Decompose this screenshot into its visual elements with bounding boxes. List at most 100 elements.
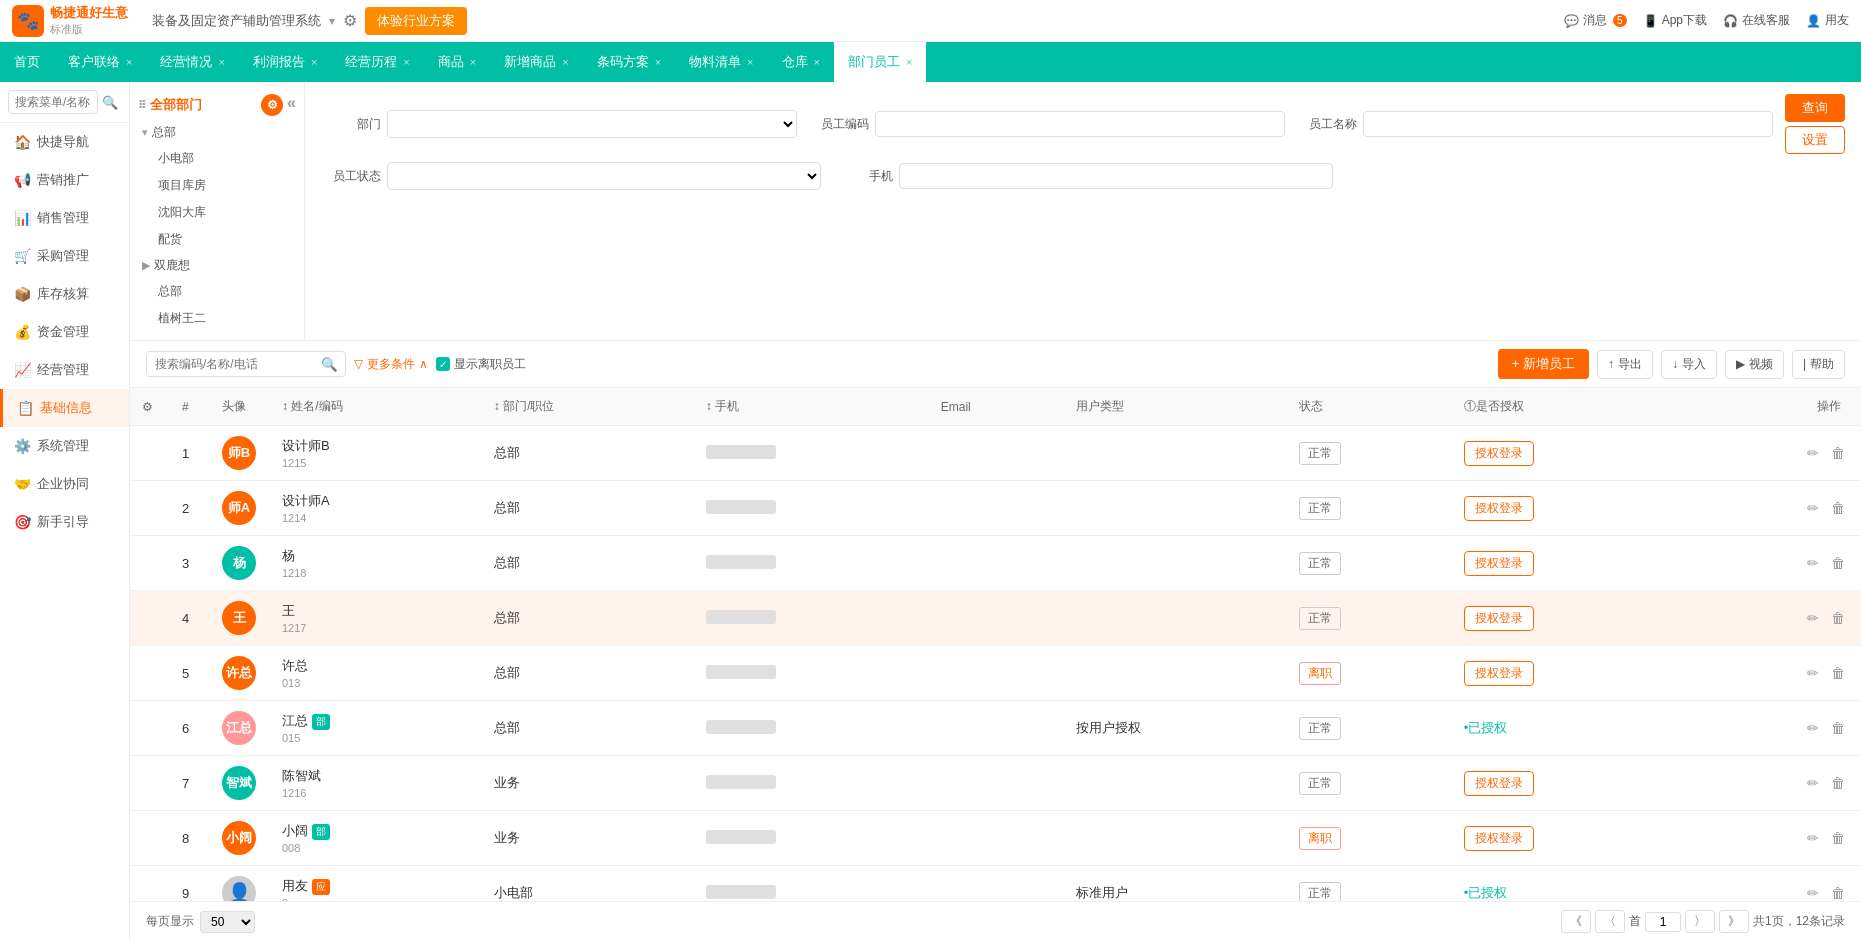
row-phone xyxy=(694,481,929,536)
emp-name-input[interactable] xyxy=(1363,111,1773,137)
dept-tree-item-zhishuwang[interactable]: 植树王二 xyxy=(130,305,304,332)
dept-tree-item-xiaodianbu[interactable]: 小电部 xyxy=(130,145,304,172)
dept-settings-icon[interactable]: ⚙ xyxy=(261,94,283,116)
dept-tree-section-shuanglusiang[interactable]: ▶ 双鹿想 xyxy=(130,253,304,278)
avatar: 王 xyxy=(222,601,256,635)
delete-btn[interactable]: 🗑 xyxy=(1827,883,1849,901)
nav-tab-operation[interactable]: 经营情况 × xyxy=(146,42,238,82)
nav-tab-profit[interactable]: 利润报告 × xyxy=(239,42,331,82)
row-status: 离职 xyxy=(1287,646,1452,701)
setting-button[interactable]: 设置 xyxy=(1785,126,1845,154)
nav-tab-home[interactable]: 首页 xyxy=(0,42,54,82)
dept-select[interactable] xyxy=(387,110,797,138)
show-resign-checkbox[interactable]: ✓ xyxy=(436,357,450,371)
authorize-btn[interactable]: 授权登录 xyxy=(1464,826,1534,851)
phone-blur xyxy=(706,610,776,624)
nav-tab-bom[interactable]: 物料清单 × xyxy=(675,42,767,82)
authorize-btn[interactable]: 授权登录 xyxy=(1464,661,1534,686)
toolbar-search-btn[interactable]: 🔍 xyxy=(313,357,346,372)
nav-tab-barcode[interactable]: 条码方案 × xyxy=(583,42,675,82)
authorize-btn[interactable]: 授权登录 xyxy=(1464,441,1534,466)
delete-btn[interactable]: 🗑 xyxy=(1827,718,1849,738)
emp-code-input[interactable] xyxy=(875,111,1285,137)
edit-btn[interactable]: ✏ xyxy=(1803,773,1823,793)
show-resign-label[interactable]: ✓ 显示离职员工 xyxy=(436,356,526,373)
sidebar-search-input[interactable] xyxy=(8,90,98,114)
sidebar-item-finance[interactable]: 💰 资金管理 xyxy=(0,313,129,351)
last-page-btn[interactable]: 》 xyxy=(1719,910,1749,933)
sidebar-item-basic-info[interactable]: 📋 基础信息 xyxy=(0,389,129,427)
next-page-btn[interactable]: 〉 xyxy=(1685,910,1715,933)
system-dropdown-arrow[interactable]: ▾ xyxy=(329,14,335,28)
sidebar-item-guide[interactable]: 🎯 新手引导 xyxy=(0,503,129,541)
online-support-btn[interactable]: 🎧 在线客服 xyxy=(1723,12,1790,29)
edit-btn[interactable]: ✏ xyxy=(1803,883,1823,901)
nav-tab-customer[interactable]: 客户联络 × xyxy=(54,42,146,82)
gear-button[interactable]: ⚙ xyxy=(343,11,357,30)
authorize-btn[interactable]: 授权登录 xyxy=(1464,496,1534,521)
page-input[interactable] xyxy=(1645,912,1681,932)
delete-btn[interactable]: 🗑 xyxy=(1827,773,1849,793)
sidebar-item-sales[interactable]: 📊 销售管理 xyxy=(0,199,129,237)
dept-collapse-btn[interactable]: « xyxy=(287,94,296,116)
toolbar-search-input[interactable] xyxy=(147,352,313,376)
add-employee-btn[interactable]: + 新增员工 xyxy=(1498,349,1589,379)
delete-btn[interactable]: 🗑 xyxy=(1827,608,1849,628)
message-btn[interactable]: 💬 消息 5 xyxy=(1564,12,1627,29)
authorize-btn[interactable]: 授权登录 xyxy=(1464,606,1534,631)
status-badge: 离职 xyxy=(1299,827,1341,850)
sidebar-item-inventory[interactable]: 📦 库存核算 xyxy=(0,275,129,313)
export-btn[interactable]: ↑ 导出 xyxy=(1597,350,1653,379)
edit-btn[interactable]: ✏ xyxy=(1803,718,1823,738)
nav-tab-add-goods[interactable]: 新增商品 × xyxy=(490,42,582,82)
edit-btn[interactable]: ✏ xyxy=(1803,443,1823,463)
col-dept[interactable]: ↕ 部门/职位 xyxy=(482,388,694,426)
phone-input[interactable] xyxy=(899,163,1333,189)
authorize-btn[interactable]: 授权登录 xyxy=(1464,771,1534,796)
view-btn[interactable]: ▶ 视频 xyxy=(1725,350,1784,379)
sidebar-item-quick-nav[interactable]: 🏠 快捷导航 xyxy=(0,123,129,161)
col-phone[interactable]: ↕ 手机 xyxy=(694,388,929,426)
delete-btn[interactable]: 🗑 xyxy=(1827,553,1849,573)
dept-tree-item-zongbu2[interactable]: 总部 xyxy=(130,278,304,305)
user-menu[interactable]: 👤 用友 xyxy=(1806,12,1849,29)
dept-tree-item-xiangmukufang[interactable]: 项目库房 xyxy=(130,172,304,199)
prev-page-btn[interactable]: 〈 xyxy=(1595,910,1625,933)
nav-tab-goods[interactable]: 商品 × xyxy=(424,42,490,82)
delete-btn[interactable]: 🗑 xyxy=(1827,498,1849,518)
sidebar-item-marketing[interactable]: 📢 营销推广 xyxy=(0,161,129,199)
sidebar-item-system[interactable]: ⚙️ 系统管理 xyxy=(0,427,129,465)
dept-tree-section-zongbu[interactable]: ▾ 总部 xyxy=(130,120,304,145)
nav-tab-warehouse[interactable]: 仓库 × xyxy=(768,42,834,82)
col-name[interactable]: ↕ 姓名/编码 xyxy=(270,388,482,426)
row-dept: 小电部 xyxy=(482,866,694,902)
sidebar-item-purchase[interactable]: 🛒 采购管理 xyxy=(0,237,129,275)
sidebar-item-operation[interactable]: 📈 经营管理 xyxy=(0,351,129,389)
edit-btn[interactable]: ✏ xyxy=(1803,663,1823,683)
per-page-select[interactable]: 50 20 100 xyxy=(200,911,255,933)
first-page-btn[interactable]: 《 xyxy=(1561,910,1591,933)
col-settings[interactable]: ⚙ xyxy=(130,388,170,426)
import-btn[interactable]: ↓ 导入 xyxy=(1661,350,1717,379)
dept-tree-item-peihuo[interactable]: 配货 xyxy=(130,226,304,253)
edit-btn[interactable]: ✏ xyxy=(1803,553,1823,573)
row-name: 江总部015 xyxy=(270,701,482,756)
search-button[interactable]: 查询 xyxy=(1785,94,1845,122)
edit-btn[interactable]: ✏ xyxy=(1803,498,1823,518)
app-download-btn[interactable]: 📱 App下载 xyxy=(1643,12,1707,29)
edit-btn[interactable]: ✏ xyxy=(1803,608,1823,628)
help-btn[interactable]: | 帮助 xyxy=(1792,350,1845,379)
emp-status-select[interactable] xyxy=(387,162,821,190)
delete-btn[interactable]: 🗑 xyxy=(1827,828,1849,848)
trial-button[interactable]: 体验行业方案 xyxy=(365,7,467,35)
sidebar-search-icon[interactable]: 🔍 xyxy=(102,95,118,110)
nav-tab-history[interactable]: 经营历程 × xyxy=(331,42,423,82)
nav-tab-employee[interactable]: 部门员工 × xyxy=(834,42,926,82)
sidebar-item-enterprise[interactable]: 🤝 企业协同 xyxy=(0,465,129,503)
dept-tree-item-shenyangdaku[interactable]: 沈阳大库 xyxy=(130,199,304,226)
edit-btn[interactable]: ✏ xyxy=(1803,828,1823,848)
authorize-btn[interactable]: 授权登录 xyxy=(1464,551,1534,576)
delete-btn[interactable]: 🗑 xyxy=(1827,663,1849,683)
filter-more-btn[interactable]: ▽ 更多条件 ∧ xyxy=(354,356,428,373)
delete-btn[interactable]: 🗑 xyxy=(1827,443,1849,463)
